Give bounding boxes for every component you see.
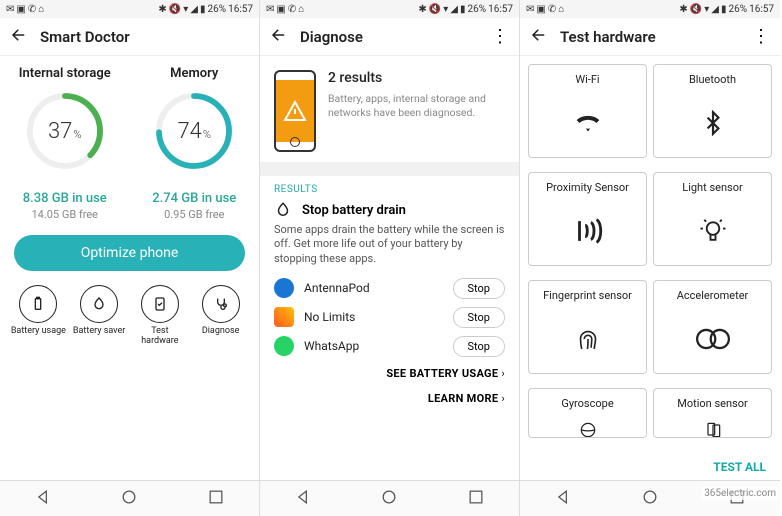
back-icon[interactable] <box>530 26 548 48</box>
back-icon[interactable] <box>10 26 28 48</box>
divider <box>260 162 519 176</box>
signal-icon: ◢ <box>190 4 198 15</box>
phone-warning-icon <box>274 70 316 152</box>
app-row-nolimits: No Limits Stop <box>260 303 519 332</box>
drain-title-row: Stop battery drain <box>260 201 519 223</box>
home-icon: ⌂ <box>38 4 44 15</box>
results-header: RESULTS <box>260 176 519 201</box>
battery-icon: ▮ <box>200 4 206 15</box>
nav-home-icon[interactable] <box>379 487 399 511</box>
gallery-icon: ▣ <box>16 4 25 15</box>
nav-home-icon[interactable] <box>119 487 139 511</box>
back-icon[interactable] <box>270 26 288 48</box>
card-gyroscope[interactable]: Gyroscope <box>528 388 647 438</box>
lightbulb-icon <box>698 204 728 257</box>
status-bar: ✉ ▣ ✆ ⌂ ✱ 🔇 ▾ ◢ ▮ 26% 16:57 <box>0 0 259 18</box>
card-proximity[interactable]: Proximity Sensor <box>528 172 647 266</box>
whatsapp-app-icon <box>274 336 294 356</box>
results-desc: Battery, apps, internal storage and netw… <box>328 92 505 119</box>
leaf-icon <box>274 201 292 219</box>
antennapod-icon <box>274 278 294 298</box>
card-motion[interactable]: Motion sensor <box>653 388 772 438</box>
app-bar: Smart Doctor <box>0 18 259 56</box>
status-bar: ✉▣✆⌂ ✱🔇▾◢▮26%16:57 <box>260 0 519 18</box>
page-title: Smart Doctor <box>40 28 130 46</box>
bluetooth-icon <box>700 96 726 149</box>
memory-used: 2.74 GB in use <box>130 191 260 206</box>
nav-back-icon[interactable] <box>293 487 313 511</box>
drain-desc: Some apps drain the battery while the sc… <box>260 223 519 274</box>
nav-bar <box>0 480 259 516</box>
card-fingerprint[interactable]: Fingerprint sensor <box>528 280 647 374</box>
memory-ring: 74% <box>152 89 236 173</box>
screen-test-hardware: ✉▣✆⌂ ✱🔇▾◢▮26%16:57 Test hardware ⋮ Wi-Fi… <box>520 0 780 516</box>
nav-recent-icon[interactable] <box>206 487 226 511</box>
memory-free: 0.95 GB free <box>130 208 260 221</box>
motion-icon <box>698 420 728 438</box>
storage-label: Internal storage <box>0 66 130 81</box>
card-bluetooth[interactable]: Bluetooth <box>653 64 772 158</box>
status-bar: ✉▣✆⌂ ✱🔇▾◢▮26%16:57 <box>520 0 780 18</box>
app-bar: Test hardware ⋮ <box>520 18 780 56</box>
see-battery-usage-link[interactable]: SEE BATTERY USAGE › <box>260 361 519 386</box>
results-count: 2 results <box>328 70 505 86</box>
wifi-icon: ▾ <box>183 4 188 15</box>
mail-icon: ✉ <box>6 4 14 15</box>
proximity-icon <box>571 204 605 257</box>
storage-panel: Internal storage 37% <box>0 56 130 181</box>
test-all-button[interactable]: TEST ALL <box>520 454 780 480</box>
storage-ring: 37% <box>23 89 107 173</box>
watermark: 365electric.com <box>702 487 778 500</box>
shortcut-diagnose[interactable]: Diagnose <box>193 285 249 347</box>
page-title: Test hardware <box>560 28 656 46</box>
chevron-right-icon: › <box>501 392 505 405</box>
wifi-icon <box>571 96 605 149</box>
battery-pct: 26% <box>208 4 227 15</box>
overflow-icon[interactable]: ⋮ <box>752 28 770 46</box>
overflow-icon[interactable]: ⋮ <box>491 28 509 46</box>
page-title: Diagnose <box>300 28 363 46</box>
shortcut-battery-usage[interactable]: Battery usage <box>10 285 66 347</box>
nav-back-icon[interactable] <box>553 487 573 511</box>
app-bar: Diagnose ⋮ <box>260 18 519 56</box>
shortcut-test-hardware[interactable]: Test hardware <box>132 285 188 347</box>
screen-diagnose: ✉▣✆⌂ ✱🔇▾◢▮26%16:57 Diagnose ⋮ 2 results … <box>260 0 520 516</box>
learn-more-link[interactable]: LEARN MORE › <box>260 386 519 411</box>
card-light[interactable]: Light sensor <box>653 172 772 266</box>
gyroscope-icon <box>573 420 603 438</box>
stop-button[interactable]: Stop <box>453 307 505 328</box>
app-row-whatsapp: WhatsApp Stop <box>260 332 519 361</box>
nav-home-icon[interactable] <box>640 487 660 511</box>
mute-icon: 🔇 <box>169 4 181 15</box>
shortcut-battery-saver[interactable]: Battery saver <box>71 285 127 347</box>
app-row-antennapod: AntennaPod Stop <box>260 274 519 303</box>
nolimits-icon <box>274 307 294 327</box>
fingerprint-icon <box>573 312 603 365</box>
stop-button[interactable]: Stop <box>453 278 505 299</box>
nav-bar <box>260 480 519 516</box>
clock: 16:57 <box>228 4 253 15</box>
card-accelerometer[interactable]: Accelerometer <box>653 280 772 374</box>
storage-free: 14.05 GB free <box>0 208 130 221</box>
bluetooth-icon: ✱ <box>158 4 166 15</box>
stop-button[interactable]: Stop <box>453 336 505 357</box>
whatsapp-icon: ✆ <box>28 4 36 15</box>
accelerometer-icon <box>696 312 730 365</box>
card-wifi[interactable]: Wi-Fi <box>528 64 647 158</box>
nav-recent-icon[interactable] <box>466 487 486 511</box>
screen-smart-doctor: ✉ ▣ ✆ ⌂ ✱ 🔇 ▾ ◢ ▮ 26% 16:57 Smart Doctor <box>0 0 260 516</box>
nav-back-icon[interactable] <box>33 487 53 511</box>
memory-label: Memory <box>130 66 260 81</box>
memory-panel: Memory 74% <box>130 56 260 181</box>
optimize-button[interactable]: Optimize phone <box>14 235 245 271</box>
storage-used: 8.38 GB in use <box>0 191 130 206</box>
chevron-right-icon: › <box>501 367 505 380</box>
